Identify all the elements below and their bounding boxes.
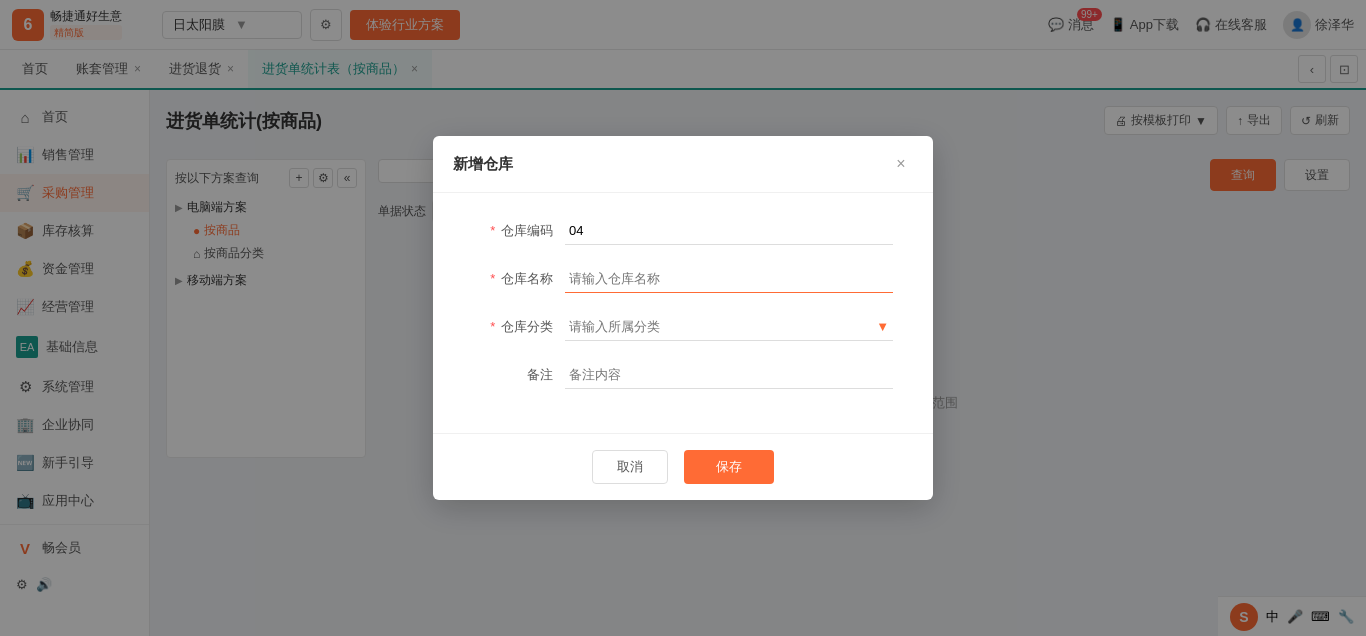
modal-close-button[interactable]: × <box>889 152 913 176</box>
modal-body: * 仓库编码 * 仓库名称 * 仓库分类 <box>433 193 933 433</box>
modal-header: 新增仓库 × <box>433 136 933 193</box>
name-label: * 仓库名称 <box>473 270 553 288</box>
form-row-category: * 仓库分类 ▼ <box>473 313 893 341</box>
save-button[interactable]: 保存 <box>684 450 774 484</box>
category-input[interactable] <box>569 319 876 334</box>
add-warehouse-modal: 新增仓库 × * 仓库编码 * 仓库名称 <box>433 136 933 500</box>
category-dropdown-arrow: ▼ <box>876 319 889 334</box>
category-label: * 仓库分类 <box>473 318 553 336</box>
modal-overlay[interactable]: 新增仓库 × * 仓库编码 * 仓库名称 <box>0 0 1366 636</box>
modal-footer: 取消 保存 <box>433 433 933 500</box>
category-select[interactable]: ▼ <box>565 313 893 341</box>
form-row-remark: 备注 <box>473 361 893 389</box>
modal-title: 新增仓库 <box>453 155 513 174</box>
name-input[interactable] <box>565 265 893 293</box>
remark-input[interactable] <box>565 361 893 389</box>
form-row-code: * 仓库编码 <box>473 217 893 245</box>
cancel-button[interactable]: 取消 <box>592 450 668 484</box>
code-label: * 仓库编码 <box>473 222 553 240</box>
form-row-name: * 仓库名称 <box>473 265 893 293</box>
code-input[interactable] <box>565 217 893 245</box>
remark-label: 备注 <box>473 366 553 384</box>
